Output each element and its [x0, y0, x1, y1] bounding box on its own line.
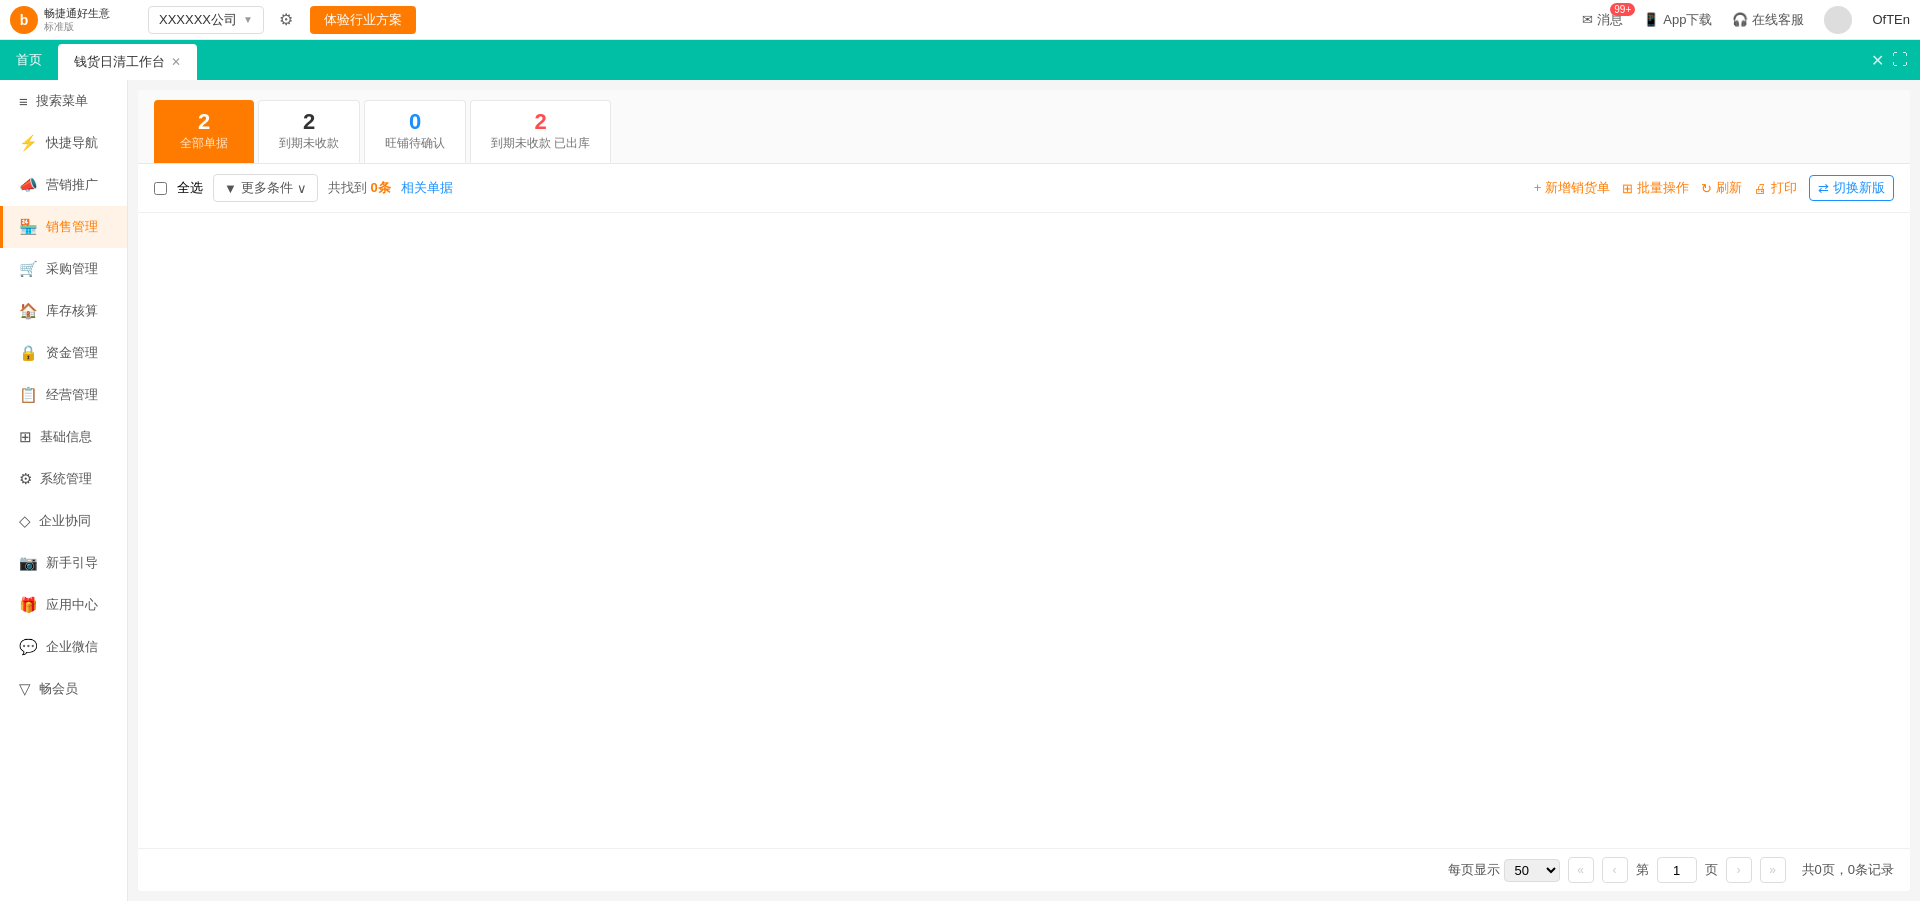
logo-area: b 畅捷通好生意 标准版	[10, 6, 138, 34]
sidebar-item-quick-nav[interactable]: ⚡ 快捷导航	[0, 122, 127, 164]
system-icon: ⚙	[19, 470, 32, 488]
enterprise-icon: ◇	[19, 512, 31, 530]
app-download-button[interactable]: 📱 App下载	[1643, 11, 1712, 29]
switch-version-button[interactable]: ⇄ 切换新版	[1809, 175, 1894, 201]
online-service-button[interactable]: 🎧 在线客服	[1732, 11, 1804, 29]
tab-bar-actions: ✕ ⛶	[1871, 51, 1920, 70]
content-area: 2 全部单据 2 到期未收款 0 旺铺待确认 2 到期未收款 已出库	[128, 80, 1920, 901]
header-right: ✉ 消息 99+ 📱 App下载 🎧 在线客服 OfTEn	[1582, 6, 1910, 34]
stat-tab-overdue-unshipped[interactable]: 2 到期未收款 已出库	[470, 100, 611, 163]
avatar[interactable]	[1824, 6, 1852, 34]
tab-bar: 首页 钱货日清工作台 ✕ ✕ ⛶	[0, 40, 1920, 80]
sidebar-item-wechat[interactable]: 💬 企业微信	[0, 626, 127, 668]
chevron-down-icon: ▼	[243, 14, 253, 25]
sidebar-item-member[interactable]: ▽ 畅会员	[0, 668, 127, 710]
sidebar-item-system[interactable]: ⚙ 系统管理	[0, 458, 127, 500]
sidebar-item-guide[interactable]: 📷 新手引导	[0, 542, 127, 584]
tab-expand-icon[interactable]: ⛶	[1892, 51, 1908, 69]
related-records-link[interactable]: 相关单据	[401, 179, 453, 197]
main-layout: ≡ 搜索菜单 ⚡ 快捷导航 📣 营销推广 🏪 销售管理 🛒 采购管理 🏠 库存核…	[0, 80, 1920, 901]
content-inner: 2 全部单据 2 到期未收款 0 旺铺待确认 2 到期未收款 已出库	[138, 90, 1910, 891]
chevron-down-icon: ∨	[297, 181, 307, 196]
sidebar-item-marketing[interactable]: 📣 营销推广	[0, 164, 127, 206]
sidebar-item-operations[interactable]: 📋 经营管理	[0, 374, 127, 416]
select-all-checkbox[interactable]	[154, 182, 167, 195]
batch-operation-button[interactable]: ⊞ 批量操作	[1622, 179, 1689, 197]
sidebar-item-enterprise[interactable]: ◇ 企业协同	[0, 500, 127, 542]
quick-nav-icon: ⚡	[19, 134, 38, 152]
tab-home[interactable]: 首页	[0, 40, 58, 80]
refresh-icon: ↻	[1701, 181, 1712, 196]
sidebar-item-purchase[interactable]: 🛒 采购管理	[0, 248, 127, 290]
first-page-button[interactable]: «	[1568, 857, 1594, 883]
sidebar-item-sales[interactable]: 🏪 销售管理	[0, 206, 127, 248]
empty-content	[138, 213, 1910, 848]
switch-icon: ⇄	[1818, 181, 1829, 196]
sidebar-item-search-menu[interactable]: ≡ 搜索菜单	[0, 80, 127, 122]
batch-icon: ⊞	[1622, 181, 1633, 196]
sidebar-item-basic-info[interactable]: ⊞ 基础信息	[0, 416, 127, 458]
operations-icon: 📋	[19, 386, 38, 404]
tab-workbench[interactable]: 钱货日清工作台 ✕	[58, 44, 197, 80]
message-icon: ✉	[1582, 12, 1593, 27]
stat-tab-all[interactable]: 2 全部单据	[154, 100, 254, 163]
guide-icon: 📷	[19, 554, 38, 572]
inventory-icon: 🏠	[19, 302, 38, 320]
member-icon: ▽	[19, 680, 31, 698]
add-sale-order-button[interactable]: + 新增销货单	[1534, 179, 1610, 197]
basic-info-icon: ⊞	[19, 428, 32, 446]
service-icon: 🎧	[1732, 12, 1748, 27]
message-button[interactable]: ✉ 消息 99+	[1582, 11, 1623, 29]
logo-icon: b	[10, 6, 38, 34]
sidebar-item-inventory[interactable]: 🏠 库存核算	[0, 290, 127, 332]
header-middle: XXXXXX公司 ▼ ⚙ 体验行业方案	[138, 6, 1582, 34]
message-badge: 99+	[1610, 3, 1635, 16]
download-icon: 📱	[1643, 12, 1659, 27]
logo-text: 畅捷通好生意 标准版	[44, 6, 110, 33]
pagination-bar: 每页显示 50 100 200 « ‹ 第 页 ›	[138, 848, 1910, 891]
wechat-icon: 💬	[19, 638, 38, 656]
sidebar-item-app-center[interactable]: 🎁 应用中心	[0, 584, 127, 626]
prev-page-button[interactable]: ‹	[1602, 857, 1628, 883]
toolbar: 全选 ▼ 更多条件 ∨ 共找到 0条 相关单据 + 新增销货单 ⊞	[138, 164, 1910, 213]
sidebar: ≡ 搜索菜单 ⚡ 快捷导航 📣 营销推广 🏪 销售管理 🛒 采购管理 🏠 库存核…	[0, 80, 128, 901]
print-button[interactable]: 🖨 打印	[1754, 179, 1797, 197]
stats-tabs: 2 全部单据 2 到期未收款 0 旺铺待确认 2 到期未收款 已出库	[138, 90, 1910, 164]
refresh-button[interactable]: ↻ 刷新	[1701, 179, 1742, 197]
top-header: b 畅捷通好生意 标准版 XXXXXX公司 ▼ ⚙ 体验行业方案 ✉ 消息 99…	[0, 0, 1920, 40]
page-number-input[interactable]	[1657, 857, 1697, 883]
per-page-select[interactable]: 50 100 200	[1504, 859, 1560, 882]
close-icon[interactable]: ✕	[171, 55, 181, 69]
settings-icon[interactable]: ⚙	[272, 6, 300, 34]
trial-button[interactable]: 体验行业方案	[310, 6, 416, 34]
stat-tab-pending-confirm[interactable]: 0 旺铺待确认	[364, 100, 466, 163]
marketing-icon: 📣	[19, 176, 38, 194]
toolbar-left: 全选 ▼ 更多条件 ∨ 共找到 0条 相关单据	[154, 174, 1522, 202]
filter-button[interactable]: ▼ 更多条件 ∨	[213, 174, 318, 202]
search-menu-icon: ≡	[19, 93, 28, 110]
sales-icon: 🏪	[19, 218, 38, 236]
page-size-selector: 每页显示 50 100 200	[1448, 859, 1560, 882]
company-selector[interactable]: XXXXXX公司 ▼	[148, 6, 264, 34]
tab-close-all-icon[interactable]: ✕	[1871, 51, 1884, 70]
next-page-button[interactable]: ›	[1726, 857, 1752, 883]
total-info: 共0页，0条记录	[1802, 861, 1894, 879]
sidebar-item-finance[interactable]: 🔒 资金管理	[0, 332, 127, 374]
purchase-icon: 🛒	[19, 260, 38, 278]
stat-tab-overdue-unpaid[interactable]: 2 到期未收款	[258, 100, 360, 163]
select-all-label: 全选	[177, 179, 203, 197]
toolbar-right: + 新增销货单 ⊞ 批量操作 ↻ 刷新 🖨 打印 ⇄	[1534, 175, 1894, 201]
last-page-button[interactable]: »	[1760, 857, 1786, 883]
app-center-icon: 🎁	[19, 596, 38, 614]
finance-icon: 🔒	[19, 344, 38, 362]
filter-icon: ▼	[224, 181, 237, 196]
username-label: OfTEn	[1872, 12, 1910, 27]
found-text: 共找到 0条	[328, 179, 391, 197]
print-icon: 🖨	[1754, 181, 1767, 196]
